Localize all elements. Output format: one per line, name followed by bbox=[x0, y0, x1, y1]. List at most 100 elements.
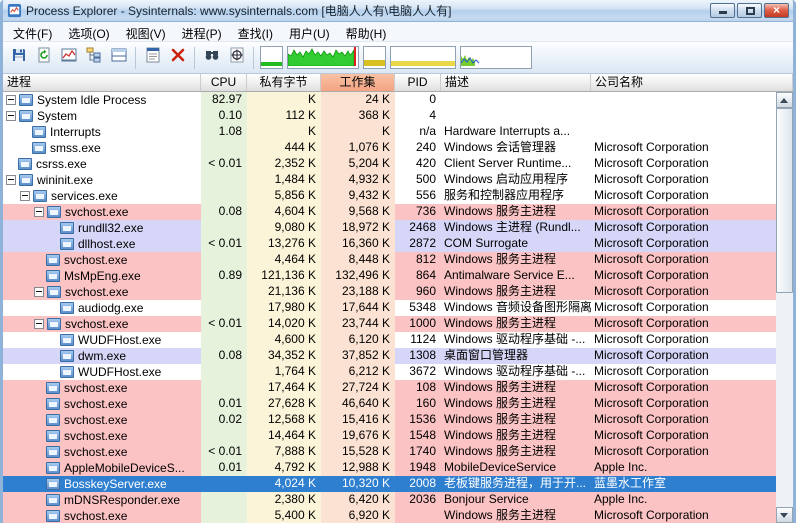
toolbar-button-find-window-process[interactable] bbox=[224, 45, 249, 70]
minimize-button[interactable] bbox=[710, 3, 735, 18]
process-cell-private-bytes: 1,484 K bbox=[247, 172, 321, 188]
process-row[interactable]: svchost.exe 14,464 K 19,676 K 1548 Windows 服… bbox=[3, 428, 776, 444]
process-cell-private-bytes: 1,764 K bbox=[247, 364, 321, 380]
process-explorer-window: Process Explorer - Sysinternals: www.sys… bbox=[0, 0, 796, 523]
tree-collapse-toggle[interactable] bbox=[34, 287, 44, 297]
process-row[interactable]: services.exe 5,856 K 9,432 K 556 服务和控制器应用程序 M… bbox=[3, 188, 776, 204]
toolbar-button-kill-process[interactable] bbox=[165, 45, 190, 70]
title-bar[interactable]: Process Explorer - Sysinternals: www.sys… bbox=[3, 0, 793, 22]
process-row[interactable]: audiodg.exe 17,980 K 17,644 K 5348 Windows 音… bbox=[3, 300, 776, 316]
process-row[interactable]: Interrupts 1.08 K Kn/a Hardware Interrupts a… bbox=[3, 124, 776, 140]
process-row[interactable]: svchost.exe 5,400 K 6,920 K Windows 服务主进程 Mi… bbox=[3, 508, 776, 523]
process-row[interactable]: svchost.exe 0.01 27,628 K 46,640 K 160 Window… bbox=[3, 396, 776, 412]
process-cell-company bbox=[591, 92, 776, 108]
process-row[interactable]: wininit.exe 1,484 K 4,932 K 500 Windows 启动应用… bbox=[3, 172, 776, 188]
tree-collapse-toggle[interactable] bbox=[6, 175, 16, 185]
toolbar-button-find-handle[interactable] bbox=[199, 45, 224, 70]
column-header-process[interactable]: 进程 bbox=[3, 74, 201, 91]
toolbar-button-save[interactable] bbox=[6, 45, 31, 70]
process-row[interactable]: dllhost.exe < 0.01 13,276 K 16,360 K 2872 COM… bbox=[3, 236, 776, 252]
process-row[interactable]: WUDFHost.exe 1,764 K 6,212 K 3672 Windows 驱动… bbox=[3, 364, 776, 380]
process-cell-private-bytes: 4,464 K bbox=[247, 252, 321, 268]
process-row[interactable]: smss.exe 444 K 1,076 K 240 Windows 会话管理器 Micr… bbox=[3, 140, 776, 156]
process-icon bbox=[46, 494, 60, 506]
menu-item-options[interactable]: 选项(O) bbox=[60, 22, 117, 41]
process-row[interactable]: MsMpEng.exe 0.89 121,136 K 132,496 K 864 Anti… bbox=[3, 268, 776, 284]
column-header-cpu[interactable]: CPU bbox=[201, 74, 247, 91]
tree-collapse-toggle[interactable] bbox=[34, 207, 44, 217]
toolbar-graph-cpu-usage-meter[interactable] bbox=[260, 46, 283, 69]
toolbar-graph-commit-meter[interactable] bbox=[363, 46, 386, 69]
column-header-pid[interactable]: PID bbox=[395, 74, 441, 91]
process-cell-company: Microsoft Corporation bbox=[594, 252, 709, 266]
process-row[interactable]: System 0.10 112 K 368 K 4 bbox=[3, 108, 776, 124]
process-cell-description: Windows 服务主进程 bbox=[444, 508, 557, 522]
toolbar-button-view-dlls[interactable] bbox=[106, 45, 131, 70]
tree-collapse-toggle[interactable] bbox=[20, 191, 30, 201]
toolbar-button-show-process-tree[interactable] bbox=[81, 45, 106, 70]
menu-item-view[interactable]: 视图(V) bbox=[118, 22, 174, 41]
maximize-button[interactable] bbox=[737, 3, 762, 18]
tree-collapse-toggle[interactable] bbox=[6, 111, 16, 121]
tree-collapse-toggle[interactable] bbox=[6, 95, 16, 105]
process-row[interactable]: svchost.exe 4,464 K 8,448 K 812 Windows 服务主进… bbox=[3, 252, 776, 268]
process-icon bbox=[47, 206, 61, 218]
process-cell-pid: 1000 bbox=[409, 316, 436, 330]
process-icon bbox=[47, 318, 61, 330]
process-row[interactable]: WUDFHost.exe 4,600 K 6,120 K 1124 Windows 驱动… bbox=[3, 332, 776, 348]
scroll-down-button[interactable] bbox=[776, 507, 793, 523]
process-row[interactable]: mDNSResponder.exe 2,380 K 6,420 K 2036 Bonjo… bbox=[3, 492, 776, 508]
menu-item-process[interactable]: 进程(P) bbox=[174, 22, 230, 41]
process-rows: System Idle Process 82.97 K 24 K 0 System 0.10… bbox=[3, 92, 776, 523]
process-row[interactable]: dwm.exe 0.08 34,352 K 37,852 K 1308 桌面窗口管理器 Mi… bbox=[3, 348, 776, 364]
menu-item-file[interactable]: 文件(F) bbox=[5, 22, 60, 41]
menu-item-find[interactable]: 查找(I) bbox=[230, 22, 281, 41]
process-cell-company: Microsoft Corporation bbox=[594, 316, 709, 330]
close-button[interactable] bbox=[764, 3, 789, 18]
process-name: WUDFHost.exe bbox=[78, 332, 162, 347]
process-icon bbox=[60, 350, 74, 362]
toolbar-graph-commit-history-graph[interactable] bbox=[390, 46, 456, 69]
toolbar-button-system-information[interactable] bbox=[56, 45, 81, 70]
process-row[interactable]: svchost.exe 0.02 12,568 K 15,416 K 1536 Windo… bbox=[3, 412, 776, 428]
menu-item-help[interactable]: 帮助(H) bbox=[338, 22, 395, 41]
process-row[interactable]: svchost.exe 0.08 4,604 K 9,568 K 736 Windows … bbox=[3, 204, 776, 220]
process-cell-cpu: 0.01 bbox=[201, 460, 247, 476]
process-row[interactable]: csrss.exe < 0.01 2,352 K 5,204 K 420 Client S… bbox=[3, 156, 776, 172]
toolbar-button-properties[interactable] bbox=[140, 45, 165, 70]
scrollbar-thumb[interactable] bbox=[776, 108, 793, 293]
toolbar-graph-cpu-history-graph[interactable] bbox=[287, 46, 359, 69]
process-row[interactable]: svchost.exe 21,136 K 23,188 K 960 Windows 服务… bbox=[3, 284, 776, 300]
process-cell-company: Apple Inc. bbox=[594, 492, 648, 506]
process-row[interactable]: svchost.exe < 0.01 14,020 K 23,744 K 1000 Win… bbox=[3, 316, 776, 332]
process-icon bbox=[46, 478, 60, 490]
toolbar-button-refresh[interactable] bbox=[31, 45, 56, 70]
process-row[interactable]: System Idle Process 82.97 K 24 K 0 bbox=[3, 92, 776, 108]
process-row[interactable]: AppleMobileDeviceS... 0.01 4,792 K 12,988 K… bbox=[3, 460, 776, 476]
process-row[interactable]: BosskeyServer.exe 4,024 K 10,320 K 2008 老板键服… bbox=[3, 476, 776, 492]
scroll-up-button[interactable] bbox=[776, 92, 793, 108]
process-row[interactable]: svchost.exe 17,464 K 27,724 K 108 Windows 服务… bbox=[3, 380, 776, 396]
process-cell-pid: 2872 bbox=[409, 236, 436, 250]
process-cell-pid: n/a bbox=[419, 124, 436, 138]
column-header-company[interactable]: 公司名称 bbox=[591, 74, 793, 91]
column-header-private-bytes[interactable]: 私有字节 bbox=[247, 74, 321, 91]
column-header-working-set[interactable]: 工作集 bbox=[321, 74, 395, 91]
process-cell-private-bytes: 444 K bbox=[247, 140, 321, 156]
menu-item-users[interactable]: 用户(U) bbox=[281, 22, 338, 41]
process-cell-name: audiodg.exe bbox=[3, 300, 201, 316]
tree-collapse-toggle[interactable] bbox=[34, 319, 44, 329]
vertical-scrollbar[interactable] bbox=[776, 92, 793, 523]
toolbar-graph-io-history-graph[interactable] bbox=[460, 46, 532, 69]
process-row[interactable]: rundll32.exe 9,080 K 18,972 K 2468 Windows 主… bbox=[3, 220, 776, 236]
process-cell-name: mDNSResponder.exe bbox=[3, 492, 201, 508]
process-cell-name: svchost.exe bbox=[3, 284, 201, 300]
column-header-description[interactable]: 描述 bbox=[441, 74, 591, 91]
process-row[interactable]: svchost.exe < 0.01 7,888 K 15,528 K 1740 Wind… bbox=[3, 444, 776, 460]
